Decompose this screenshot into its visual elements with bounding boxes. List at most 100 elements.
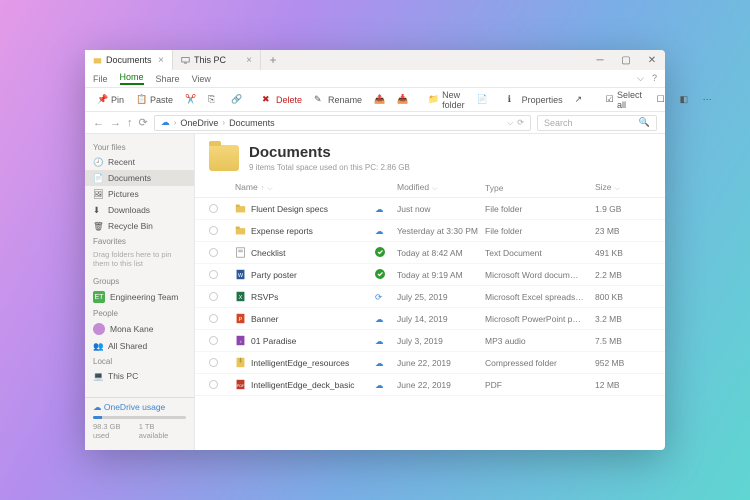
row-checkbox[interactable]: [209, 248, 218, 257]
tab-documents[interactable]: Documents ×: [85, 50, 173, 70]
pc-icon: [181, 56, 190, 65]
svg-text:X: X: [239, 295, 243, 301]
col-type[interactable]: Type: [485, 183, 595, 193]
row-checkbox[interactable]: [209, 226, 218, 235]
content-header: Documents 9 items Total space used on th…: [195, 134, 665, 178]
file-size: 952 MB: [595, 358, 645, 368]
sidebar-item[interactable]: 📄Documents: [85, 170, 194, 186]
sidebar-item[interactable]: 🖼Pictures: [85, 186, 194, 202]
row-checkbox[interactable]: [209, 270, 218, 279]
forward-button[interactable]: →: [110, 117, 121, 129]
file-size: 7.5 MB: [595, 336, 645, 346]
help-icon[interactable]: ?: [652, 73, 657, 84]
row-checkbox[interactable]: [209, 292, 218, 301]
invert-selection-button[interactable]: ◧: [676, 92, 695, 107]
row-checkbox[interactable]: [209, 380, 218, 389]
modified-date: Today at 8:42 AM: [397, 248, 485, 258]
menu-home[interactable]: Home: [120, 72, 144, 85]
breadcrumb[interactable]: ☁ › OneDrive › Documents ⌵ ⟳: [154, 115, 531, 131]
file-name: ♪01 Paradise: [235, 334, 375, 347]
sidebar-item[interactable]: ETEngineering Team: [85, 288, 194, 306]
delete-button[interactable]: ✖Delete: [258, 92, 306, 107]
col-modified[interactable]: Modified⌵: [397, 182, 485, 193]
svg-text:W: W: [238, 273, 244, 279]
file-row[interactable]: ♪01 Paradise☁July 3, 2019MP3 audio7.5 MB: [195, 330, 665, 352]
sidebar-item[interactable]: 💻This PC: [85, 368, 194, 384]
modified-date: July 3, 2019: [397, 336, 485, 346]
rename-button[interactable]: ✎Rename: [310, 92, 366, 107]
file-type: Text Document: [485, 248, 595, 258]
menu-share[interactable]: Share: [156, 74, 180, 84]
back-button[interactable]: ←: [93, 117, 104, 129]
sidebar-item[interactable]: 🕘Recent: [85, 154, 194, 170]
file-row[interactable]: IntelligentEdge_resources☁June 22, 2019C…: [195, 352, 665, 374]
file-row[interactable]: PBanner☁July 14, 2019Microsoft PowerPoin…: [195, 308, 665, 330]
cut-button[interactable]: ✂️: [181, 92, 200, 107]
new-folder-button[interactable]: 📁New folder: [424, 88, 469, 112]
menu-file[interactable]: File: [93, 74, 108, 84]
pin-button[interactable]: 📌Pin: [93, 92, 128, 107]
sync-status-icon: ☁: [375, 314, 397, 324]
sidebar-hint: Drag folders here to pin them to this li…: [85, 248, 194, 274]
modified-date: Yesterday at 3:30 PM: [397, 226, 485, 236]
minimize-button[interactable]: ─: [587, 50, 613, 70]
new-tab-button[interactable]: +: [261, 50, 285, 70]
sidebar-item[interactable]: 👥All Shared: [85, 338, 194, 354]
copy-button[interactable]: ⎘: [204, 92, 223, 107]
tab-this-pc[interactable]: This PC ×: [173, 50, 261, 70]
file-type: File folder: [485, 226, 595, 236]
row-checkbox[interactable]: [209, 358, 218, 367]
more-button[interactable]: ⋯: [699, 92, 716, 107]
select-none-button[interactable]: ☐: [653, 92, 672, 107]
close-button[interactable]: ✕: [639, 50, 665, 70]
file-type: PDF: [485, 380, 595, 390]
row-checkbox[interactable]: [209, 336, 218, 345]
sidebar-item[interactable]: Mona Kane: [85, 320, 194, 338]
file-size: 3.2 MB: [595, 314, 645, 324]
properties-button[interactable]: ℹProperties: [504, 92, 567, 107]
sync-status-icon: ☁: [375, 336, 397, 346]
col-size[interactable]: Size⌵: [595, 182, 645, 193]
up-button[interactable]: ↑: [127, 117, 133, 129]
copy-to-button[interactable]: 📥: [393, 92, 412, 107]
file-row[interactable]: XRSVPs⟳July 25, 2019Microsoft Excel spre…: [195, 286, 665, 308]
modified-date: Just now: [397, 204, 485, 214]
file-size: 23 MB: [595, 226, 645, 236]
row-checkbox[interactable]: [209, 314, 218, 323]
file-row[interactable]: Fluent Design specs☁Just nowFile folder1…: [195, 198, 665, 220]
menu-view[interactable]: View: [192, 74, 211, 84]
menubar: File Home Share View ⌵ ?: [85, 70, 665, 88]
file-name: Expense reports: [235, 224, 375, 237]
close-icon[interactable]: ×: [246, 55, 252, 66]
sidebar-group-label: Local: [85, 354, 194, 368]
search-icon: 🔍: [639, 117, 650, 128]
chevron-down-icon[interactable]: ⌵: [637, 73, 644, 84]
copy-path-button[interactable]: 🔗: [227, 92, 246, 107]
sync-status-icon: ☁: [375, 380, 397, 390]
content-pane: Documents 9 items Total space used on th…: [195, 134, 665, 450]
paste-button[interactable]: 📋Paste: [132, 92, 177, 107]
new-item-button[interactable]: 📄: [473, 92, 492, 107]
file-row[interactable]: PDFIntelligentEdge_deck_basic☁June 22, 2…: [195, 374, 665, 396]
sidebar-group-label: People: [85, 306, 194, 320]
file-row[interactable]: Expense reports☁Yesterday at 3:30 PMFile…: [195, 220, 665, 242]
sidebar-item[interactable]: ⬇Downloads: [85, 202, 194, 218]
file-name: WParty poster: [235, 268, 375, 281]
modified-date: June 22, 2019: [397, 358, 485, 368]
col-name[interactable]: Name↑⌵: [235, 182, 375, 193]
onedrive-usage: ☁ OneDrive usage98.3 GB used1 TB availab…: [85, 397, 194, 444]
close-icon[interactable]: ×: [158, 55, 164, 66]
file-row[interactable]: WParty posterToday at 9:19 AMMicrosoft W…: [195, 264, 665, 286]
open-button[interactable]: ↗: [571, 92, 590, 107]
select-all-button[interactable]: ☑Select all: [602, 88, 649, 112]
sidebar-group-label: Favorites: [85, 234, 194, 248]
move-button[interactable]: 📤: [370, 92, 389, 107]
refresh-button[interactable]: ⟳: [139, 116, 148, 129]
svg-text:PDF: PDF: [237, 383, 245, 388]
modified-date: June 22, 2019: [397, 380, 485, 390]
file-row[interactable]: ChecklistToday at 8:42 AMText Document49…: [195, 242, 665, 264]
maximize-button[interactable]: ▢: [613, 50, 639, 70]
sidebar-item[interactable]: 🗑Recycle Bin: [85, 218, 194, 234]
row-checkbox[interactable]: [209, 204, 218, 213]
search-input[interactable]: Search 🔍: [537, 115, 657, 131]
